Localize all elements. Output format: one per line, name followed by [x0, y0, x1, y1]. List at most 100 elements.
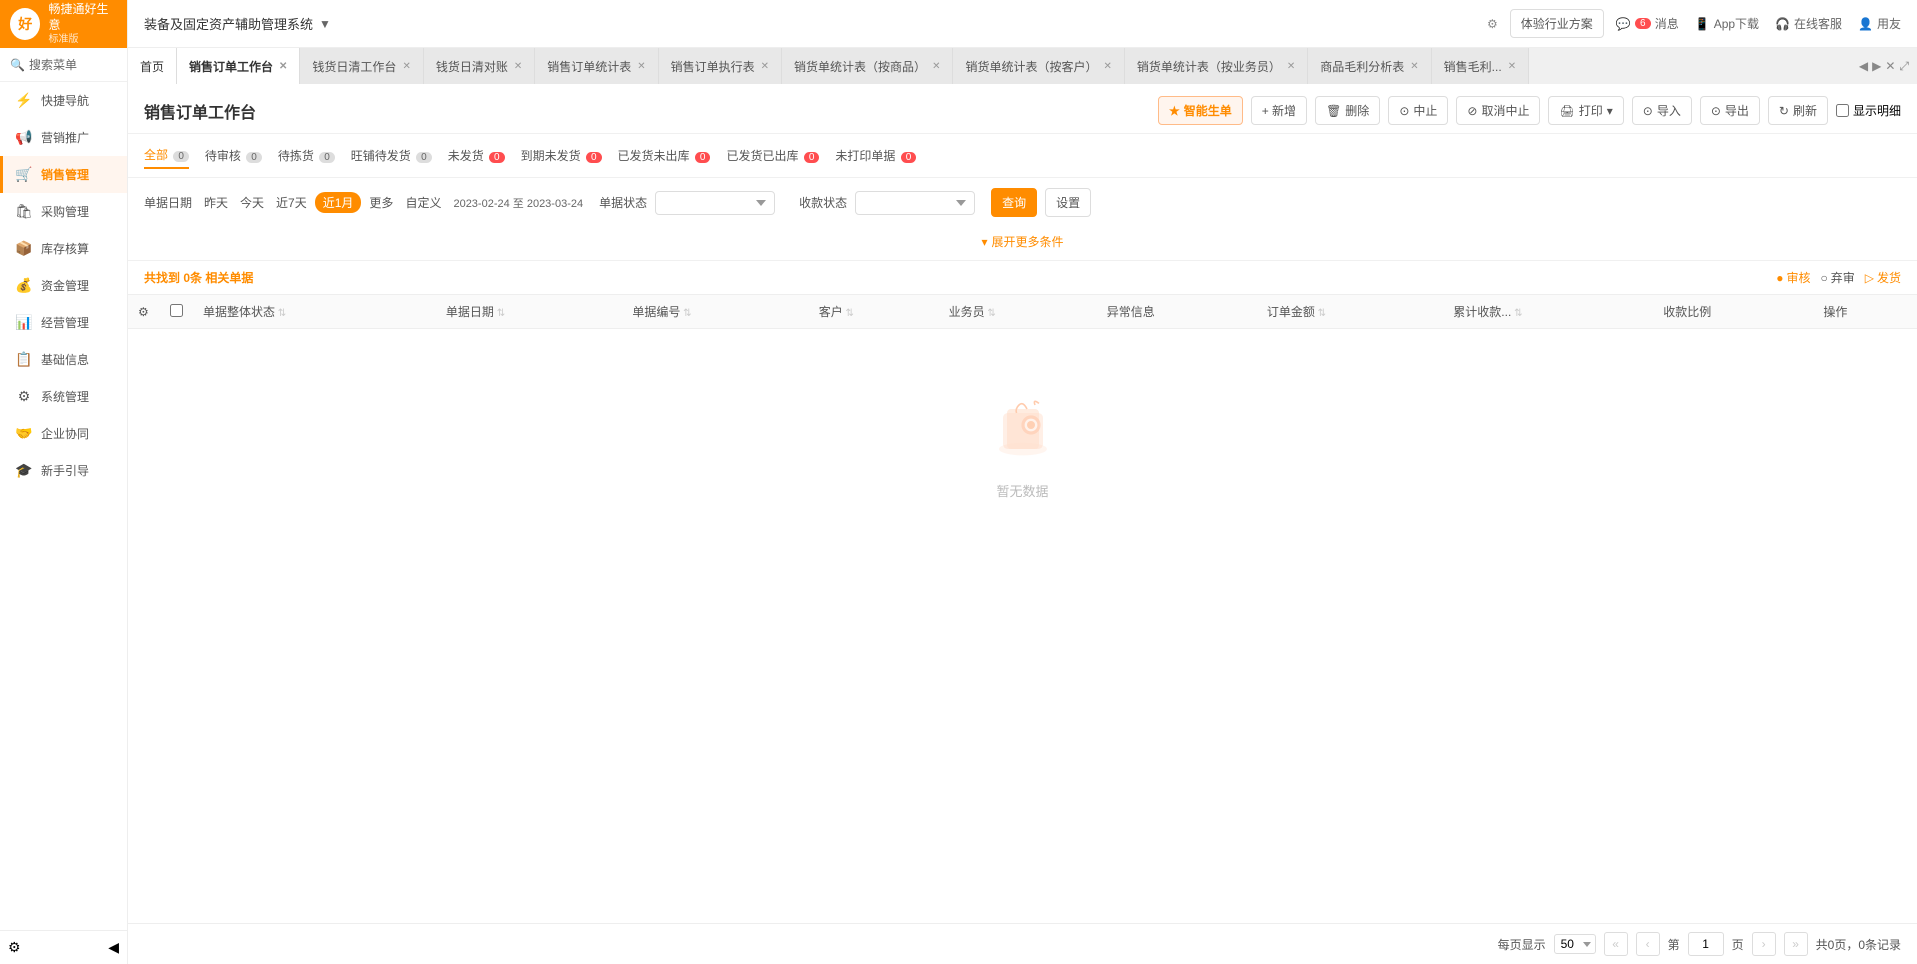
- col-status[interactable]: 单据整体状态: [193, 295, 436, 329]
- date-option-1month[interactable]: 近1月: [315, 192, 362, 213]
- delete-btn[interactable]: 🗑 删除: [1315, 96, 1380, 125]
- cancel-suspend-btn[interactable]: ⊘ 取消中止: [1456, 96, 1540, 125]
- per-page-select[interactable]: 50: [1554, 934, 1596, 954]
- col-number[interactable]: 单据编号: [622, 295, 808, 329]
- system-dropdown[interactable]: ▼: [319, 17, 331, 31]
- refresh-btn[interactable]: ↻ 刷新: [1768, 96, 1828, 125]
- filter-tab-wangpu[interactable]: 旺铺待发货 0: [351, 143, 432, 168]
- col-receipt[interactable]: 累计收款...: [1443, 295, 1653, 329]
- tab-sales-profit[interactable]: 销售毛利... ✕: [1432, 48, 1529, 84]
- tab-close-sales-profit[interactable]: ✕: [1508, 61, 1516, 72]
- sidebar-item-inventory[interactable]: 📦 库存核算: [0, 230, 127, 267]
- ship-btn[interactable]: ▷ 发货: [1865, 269, 1901, 286]
- col-salesman[interactable]: 业务员: [939, 295, 1097, 329]
- date-option-yesterday[interactable]: 昨天: [200, 192, 232, 213]
- reject-btn[interactable]: ○ 弃审: [1820, 269, 1854, 286]
- user-action[interactable]: 👤 用友: [1858, 15, 1901, 32]
- message-action[interactable]: 💬 6 消息: [1616, 15, 1679, 32]
- show-detail-checkbox[interactable]: [1836, 104, 1849, 117]
- query-btn[interactable]: 查询: [991, 188, 1037, 217]
- sidebar-item-marketing[interactable]: 📢 营销推广: [0, 119, 127, 156]
- add-btn[interactable]: + 新增: [1251, 96, 1307, 125]
- page-input[interactable]: [1688, 932, 1724, 956]
- col-checkbox[interactable]: [160, 295, 193, 329]
- date-option-7days[interactable]: 近7天: [272, 192, 311, 213]
- review-btn[interactable]: ● 审核: [1776, 269, 1810, 286]
- tab-close-gross-margin[interactable]: ✕: [1410, 61, 1418, 72]
- sidebar-item-enterprise[interactable]: 🤝 企业协同: [0, 415, 127, 452]
- tab-prev-icon[interactable]: ◀: [1859, 59, 1868, 73]
- smart-btn[interactable]: ★ 智能生单: [1158, 96, 1243, 125]
- filter-tab-pending-review[interactable]: 待审核 0: [205, 143, 262, 168]
- tab-home[interactable]: 首页: [128, 48, 177, 84]
- filter-tab-pending-pick[interactable]: 待拣货 0: [278, 143, 335, 168]
- import-btn[interactable]: ⊙ 导入: [1632, 96, 1692, 125]
- date-option-more[interactable]: 更多: [365, 192, 397, 213]
- select-all-checkbox[interactable]: [170, 304, 183, 317]
- tab-cash-reconcile[interactable]: 钱货日清对账 ✕: [424, 48, 535, 84]
- tab-salesman-stats[interactable]: 销货单统计表（按业务员） ✕: [1125, 48, 1308, 84]
- page-first-btn[interactable]: «: [1604, 932, 1628, 956]
- col-date[interactable]: 单据日期: [436, 295, 622, 329]
- logo-icon: 好: [10, 8, 40, 40]
- filter-tab-overdue-unshipped[interactable]: 到期未发货 0: [521, 143, 602, 168]
- filter-tab-all[interactable]: 全部 0: [144, 142, 189, 169]
- import-icon: ⊙: [1643, 104, 1653, 118]
- sidebar-item-operations[interactable]: 📊 经营管理: [0, 304, 127, 341]
- online-service-action[interactable]: 🎧 在线客服: [1775, 15, 1842, 32]
- topbar: 装备及固定资产辅助管理系统 ▼ ⚙ 体验行业方案 💬 6 消息 📱 App下载 …: [128, 0, 1917, 48]
- col-settings[interactable]: ⚙: [128, 295, 160, 329]
- tab-sales-order[interactable]: 销售订单工作台 ✕: [177, 48, 300, 84]
- page-last-btn[interactable]: »: [1784, 932, 1808, 956]
- sidebar-search[interactable]: 🔍 搜索菜单: [0, 48, 127, 82]
- tab-next-icon[interactable]: ▶: [1872, 59, 1881, 73]
- tab-maximize-icon[interactable]: ⤢: [1899, 59, 1909, 74]
- settings-gear-icon[interactable]: ⚙: [1487, 17, 1498, 31]
- suspend-btn[interactable]: ⊙ 中止: [1388, 96, 1448, 125]
- tab-close-product-stats[interactable]: ✕: [932, 61, 940, 72]
- page-prev-btn[interactable]: ‹: [1636, 932, 1660, 956]
- tab-close-sales-stats[interactable]: ✕: [637, 61, 645, 72]
- tab-sales-stats[interactable]: 销售订单统计表 ✕: [535, 48, 658, 84]
- filter-tab-shipped-not-out[interactable]: 已发货未出库 0: [618, 143, 711, 168]
- sidebar-item-basic[interactable]: 📋 基础信息: [0, 341, 127, 378]
- tab-product-stats[interactable]: 销货单统计表（按商品） ✕: [782, 48, 953, 84]
- sidebar-item-quick-nav[interactable]: ⚡ 快捷导航: [0, 82, 127, 119]
- tab-close-salesman-stats[interactable]: ✕: [1287, 61, 1295, 72]
- app-download-action[interactable]: 📱 App下载: [1695, 15, 1759, 32]
- date-option-custom[interactable]: 自定义: [401, 192, 445, 213]
- sidebar-item-newbie[interactable]: 🎓 新手引导: [0, 452, 127, 489]
- tab-close-sales-order[interactable]: ✕: [279, 61, 287, 72]
- status-select[interactable]: [655, 191, 775, 215]
- filter-tab-unprinted[interactable]: 未打印单据 0: [835, 143, 916, 168]
- sidebar-item-system[interactable]: ⚙ 系统管理: [0, 378, 127, 415]
- sidebar-item-purchase[interactable]: 🛍 采购管理: [0, 193, 127, 230]
- tab-close-cash-reconcile[interactable]: ✕: [514, 61, 522, 72]
- page-next-btn[interactable]: ›: [1752, 932, 1776, 956]
- tab-cash-daily[interactable]: 钱货日清工作台 ✕: [300, 48, 423, 84]
- tab-close-cash-daily[interactable]: ✕: [402, 61, 410, 72]
- sidebar-item-sales[interactable]: 🛒 销售管理: [0, 156, 127, 193]
- col-customer[interactable]: 客户: [809, 295, 939, 329]
- col-amount[interactable]: 订单金额: [1257, 295, 1443, 329]
- date-option-today[interactable]: 今天: [236, 192, 268, 213]
- filter-tab-shipped-out[interactable]: 已发货已出库 0: [726, 143, 819, 168]
- industry-btn[interactable]: 体验行业方案: [1510, 9, 1604, 38]
- collapse-icon[interactable]: ◀: [108, 939, 119, 956]
- tab-customer-stats[interactable]: 销货单统计表（按客户） ✕: [953, 48, 1124, 84]
- content-header: 销售订单工作台 ★ 智能生单 + 新增 🗑 删除 ⊙ 中止 ⊘ 取消中止: [128, 84, 1917, 134]
- tab-close-sales-exec[interactable]: ✕: [761, 61, 769, 72]
- settings-btn[interactable]: 设置: [1045, 188, 1091, 217]
- sidebar-item-finance[interactable]: 💰 资金管理: [0, 267, 127, 304]
- tab-close-customer-stats[interactable]: ✕: [1103, 61, 1111, 72]
- settings-icon[interactable]: ⚙: [8, 939, 21, 956]
- tab-gross-margin[interactable]: 商品毛利分析表 ✕: [1308, 48, 1431, 84]
- tab-sales-exec[interactable]: 销售订单执行表 ✕: [659, 48, 782, 84]
- filter-tab-unshipped[interactable]: 未发货 0: [448, 143, 505, 168]
- export-btn[interactable]: ⊙ 导出: [1700, 96, 1760, 125]
- expand-btn[interactable]: ▾ 展开更多条件: [981, 233, 1063, 250]
- print-btn[interactable]: 🖨 打印 ▾: [1548, 96, 1623, 125]
- show-detail-label[interactable]: 显示明细: [1836, 102, 1901, 119]
- tab-close-all-icon[interactable]: ✕: [1885, 59, 1895, 73]
- payment-select[interactable]: [855, 191, 975, 215]
